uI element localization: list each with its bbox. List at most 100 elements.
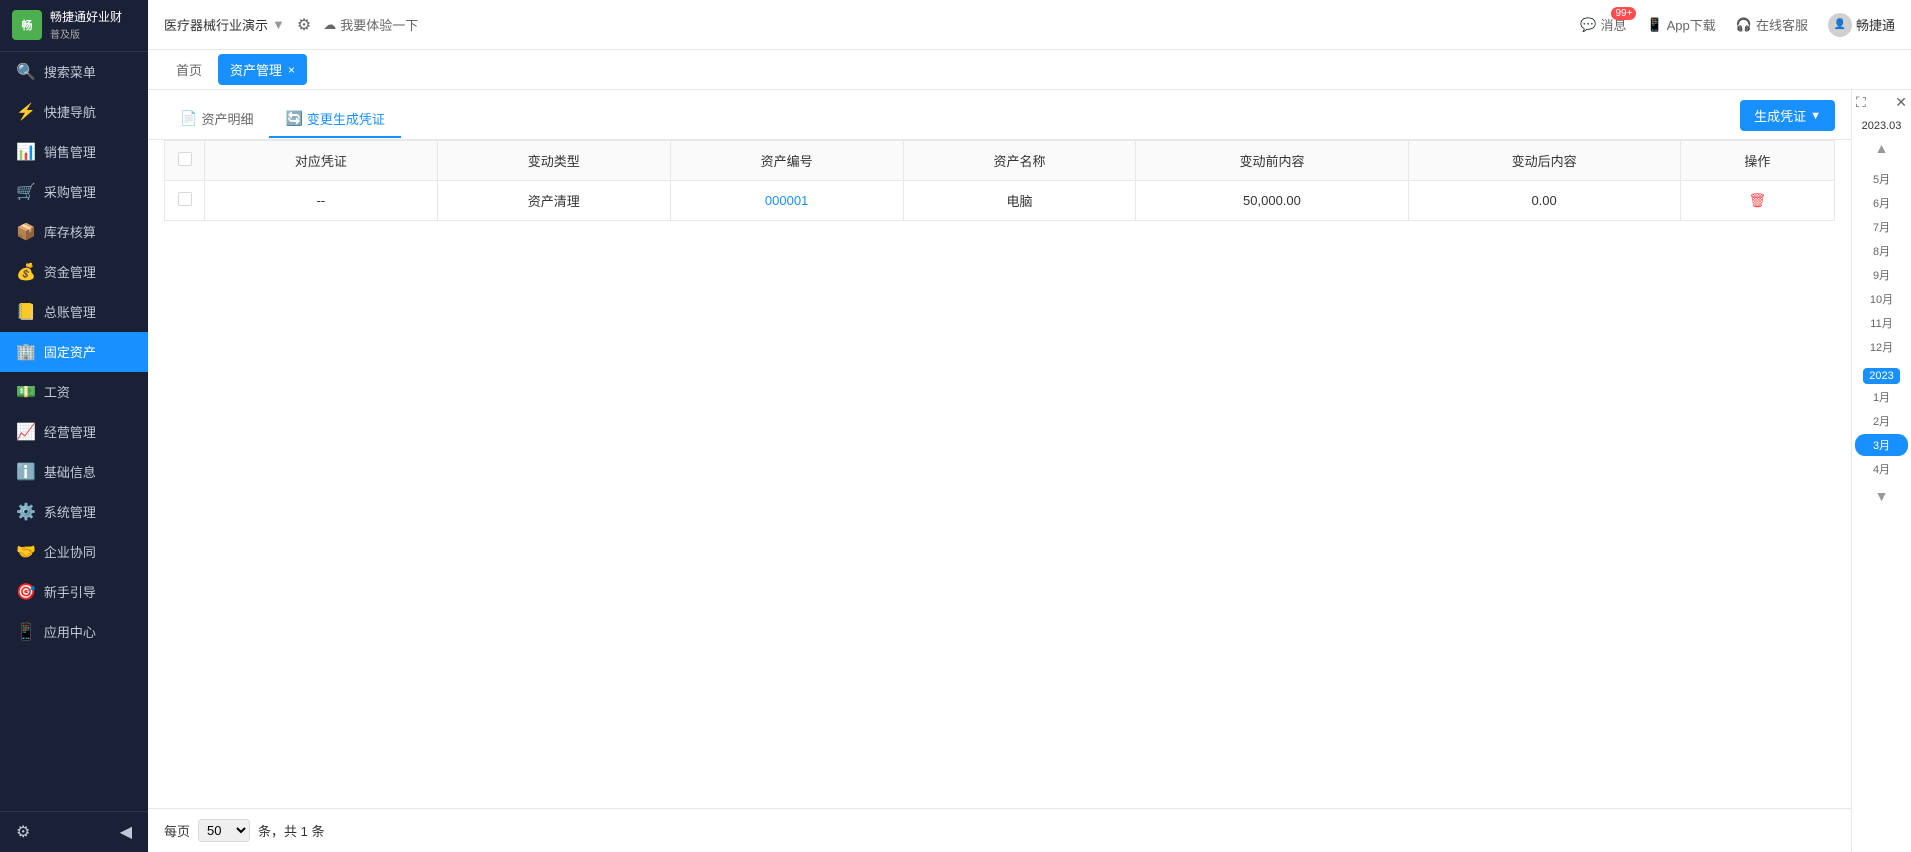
company-selector[interactable]: 医疗器械行业演示 ▼ <box>164 15 285 34</box>
generate-label: 生成凭证 <box>1754 106 1806 125</box>
system-icon: ⚙️ <box>16 502 36 522</box>
ledger-icon: 📒 <box>16 302 36 322</box>
sidebar-bottom: ⚙ ◀ <box>0 811 148 852</box>
logo-icon: 畅 <box>12 10 42 40</box>
sidebar-item-search[interactable]: 🔍 搜索菜单 <box>0 52 148 92</box>
row-checkbox-cell <box>165 181 205 221</box>
sidebar-item-app-center[interactable]: 📱 应用中心 <box>0 612 148 652</box>
enterprise-icon: 🤝 <box>16 542 36 562</box>
panel-expand-icon[interactable]: ⛶ <box>1856 94 1866 111</box>
sidebar-item-quick-nav[interactable]: ⚡ 快捷导航 <box>0 92 148 132</box>
generate-voucher-button[interactable]: 生成凭证 ▼ <box>1740 100 1835 131</box>
month-4[interactable]: 4月 <box>1855 458 1908 480</box>
scroll-up-icon[interactable]: ▲ <box>1875 140 1889 156</box>
sidebar-label-sales: 销售管理 <box>44 142 96 161</box>
cell-action: 🗑 <box>1680 181 1834 221</box>
per-page-select[interactable]: 50 10 20 100 <box>198 819 250 842</box>
month-3-current[interactable]: 3月 <box>1855 434 1908 456</box>
app-download-btn[interactable]: 📱 App下载 <box>1646 15 1715 34</box>
scroll-down-icon[interactable]: ▼ <box>1875 488 1889 504</box>
tab-close-icon[interactable]: × <box>288 63 295 77</box>
asset-change-table: 对应凭证 变动类型 资产编号 资产名称 变动前内容 变动后内容 操作 <box>164 140 1835 221</box>
select-all-checkbox[interactable] <box>178 152 192 166</box>
month-11[interactable]: 11月 <box>1855 312 1908 334</box>
customer-service-btn[interactable]: 🎧 在线客服 <box>1736 15 1808 34</box>
sidebar-label-quick-nav: 快捷导航 <box>44 102 96 121</box>
message-icon: 💬 <box>1580 17 1596 33</box>
month-7[interactable]: 7月 <box>1855 216 1908 238</box>
sidebar-label-app-center: 应用中心 <box>44 622 96 641</box>
sidebar-label-ledger: 总账管理 <box>44 302 96 321</box>
sidebar-item-payroll[interactable]: 💵 工资 <box>0 372 148 412</box>
settings-bottom-icon[interactable]: ⚙ <box>16 822 30 842</box>
month-2[interactable]: 2月 <box>1855 410 1908 432</box>
sidebar-item-sales[interactable]: 📊 销售管理 <box>0 132 148 172</box>
fixed-assets-icon: 🏢 <box>16 342 36 362</box>
sales-icon: 📊 <box>16 142 36 162</box>
tab-home[interactable]: 首页 <box>164 54 214 85</box>
sidebar-label-guide: 新手引导 <box>44 582 96 601</box>
sidebar-item-system[interactable]: ⚙️ 系统管理 <box>0 492 148 532</box>
col-asset-name: 资产名称 <box>903 141 1136 181</box>
sidebar-label-basic-info: 基础信息 <box>44 462 96 481</box>
per-page-label: 每页 <box>164 821 190 840</box>
topbar: 医疗器械行业演示 ▼ ⚙ ☁ 我要体验一下 💬 消息 99+ 📱 App下载 🎧… <box>148 0 1911 50</box>
sidebar-item-operations[interactable]: 📈 经营管理 <box>0 412 148 452</box>
sidebar-nav: 🔍 搜索菜单 ⚡ 快捷导航 📊 销售管理 🛒 采购管理 📦 库存核算 💰 资金管… <box>0 52 148 811</box>
cell-asset-name: 电脑 <box>903 181 1136 221</box>
content-main: 📄 资产明细 🔄 变更生成凭证 生成凭证 ▼ <box>148 90 1851 852</box>
row-checkbox[interactable] <box>178 192 192 206</box>
service-icon: 🎧 <box>1736 17 1752 33</box>
sidebar-item-enterprise[interactable]: 🤝 企业协同 <box>0 532 148 572</box>
payroll-icon: 💵 <box>16 382 36 402</box>
inventory-icon: 📦 <box>16 222 36 242</box>
sidebar-item-finance[interactable]: 💰 资金管理 <box>0 252 148 292</box>
sidebar-item-basic-info[interactable]: ℹ️ 基础信息 <box>0 452 148 492</box>
panel-close-icon[interactable]: ✕ <box>1895 94 1907 111</box>
pagination: 每页 50 10 20 100 条，共 1 条 <box>148 808 1851 852</box>
sidebar-label-system: 系统管理 <box>44 502 96 521</box>
logo-sub: 普及版 <box>50 26 122 41</box>
operations-icon: 📈 <box>16 422 36 442</box>
app-center-icon: 📱 <box>16 622 36 642</box>
sidebar-item-ledger[interactable]: 📒 总账管理 <box>0 292 148 332</box>
main-area: 医疗器械行业演示 ▼ ⚙ ☁ 我要体验一下 💬 消息 99+ 📱 App下载 🎧… <box>148 0 1911 852</box>
settings-gear-icon[interactable]: ⚙ <box>297 15 311 35</box>
sidebar-item-fixed-assets[interactable]: 🏢 固定资产 <box>0 332 148 372</box>
sidebar-label-operations: 经营管理 <box>44 422 96 441</box>
subtab-change-voucher-label: 变更生成凭证 <box>307 109 385 128</box>
right-panel: ✕ ⛶ 2023.03 ▲ 5月 6月 7月 8月 9月 10月 11月 12月… <box>1851 90 1911 852</box>
sidebar-label-purchase: 采购管理 <box>44 182 96 201</box>
finance-icon: 💰 <box>16 262 36 282</box>
month-5[interactable]: 5月 <box>1855 168 1908 190</box>
col-voucher: 对应凭证 <box>205 141 438 181</box>
experience-btn[interactable]: ☁ 我要体验一下 <box>323 15 418 34</box>
app-logo: 畅 畅捷通好业财 普及版 <box>0 0 148 52</box>
cell-asset-no: 000001 <box>670 181 903 221</box>
collapse-icon[interactable]: ◀ <box>120 822 132 842</box>
sidebar-item-purchase[interactable]: 🛒 采购管理 <box>0 172 148 212</box>
subtab-change-voucher[interactable]: 🔄 变更生成凭证 <box>269 101 400 138</box>
year-badge: 2023 <box>1863 368 1899 384</box>
experience-label: 我要体验一下 <box>340 15 418 34</box>
month-1[interactable]: 1月 <box>1855 386 1908 408</box>
asset-detail-icon: 📄 <box>180 110 197 127</box>
purchase-icon: 🛒 <box>16 182 36 202</box>
year-display: 2023.03 <box>1862 120 1902 132</box>
month-12[interactable]: 12月 <box>1855 336 1908 358</box>
sidebar-label-inventory: 库存核算 <box>44 222 96 241</box>
avatar: 👤 <box>1828 13 1852 37</box>
tab-asset-management[interactable]: 资产管理 × <box>218 54 307 85</box>
tab-active-label: 资产管理 <box>230 60 282 79</box>
sidebar-item-inventory[interactable]: 📦 库存核算 <box>0 212 148 252</box>
user-menu[interactable]: 👤 畅捷通 <box>1828 13 1895 37</box>
month-6[interactable]: 6月 <box>1855 192 1908 214</box>
subtab-asset-detail[interactable]: 📄 资产明细 <box>164 101 269 138</box>
sidebar-label-fixed-assets: 固定资产 <box>44 342 96 361</box>
month-8[interactable]: 8月 <box>1855 240 1908 262</box>
delete-row-icon[interactable]: 🗑 <box>1748 192 1766 208</box>
month-9[interactable]: 9月 <box>1855 264 1908 286</box>
notifications-btn[interactable]: 💬 消息 99+ <box>1580 15 1626 34</box>
sidebar-item-guide[interactable]: 🎯 新手引导 <box>0 572 148 612</box>
month-10[interactable]: 10月 <box>1855 288 1908 310</box>
